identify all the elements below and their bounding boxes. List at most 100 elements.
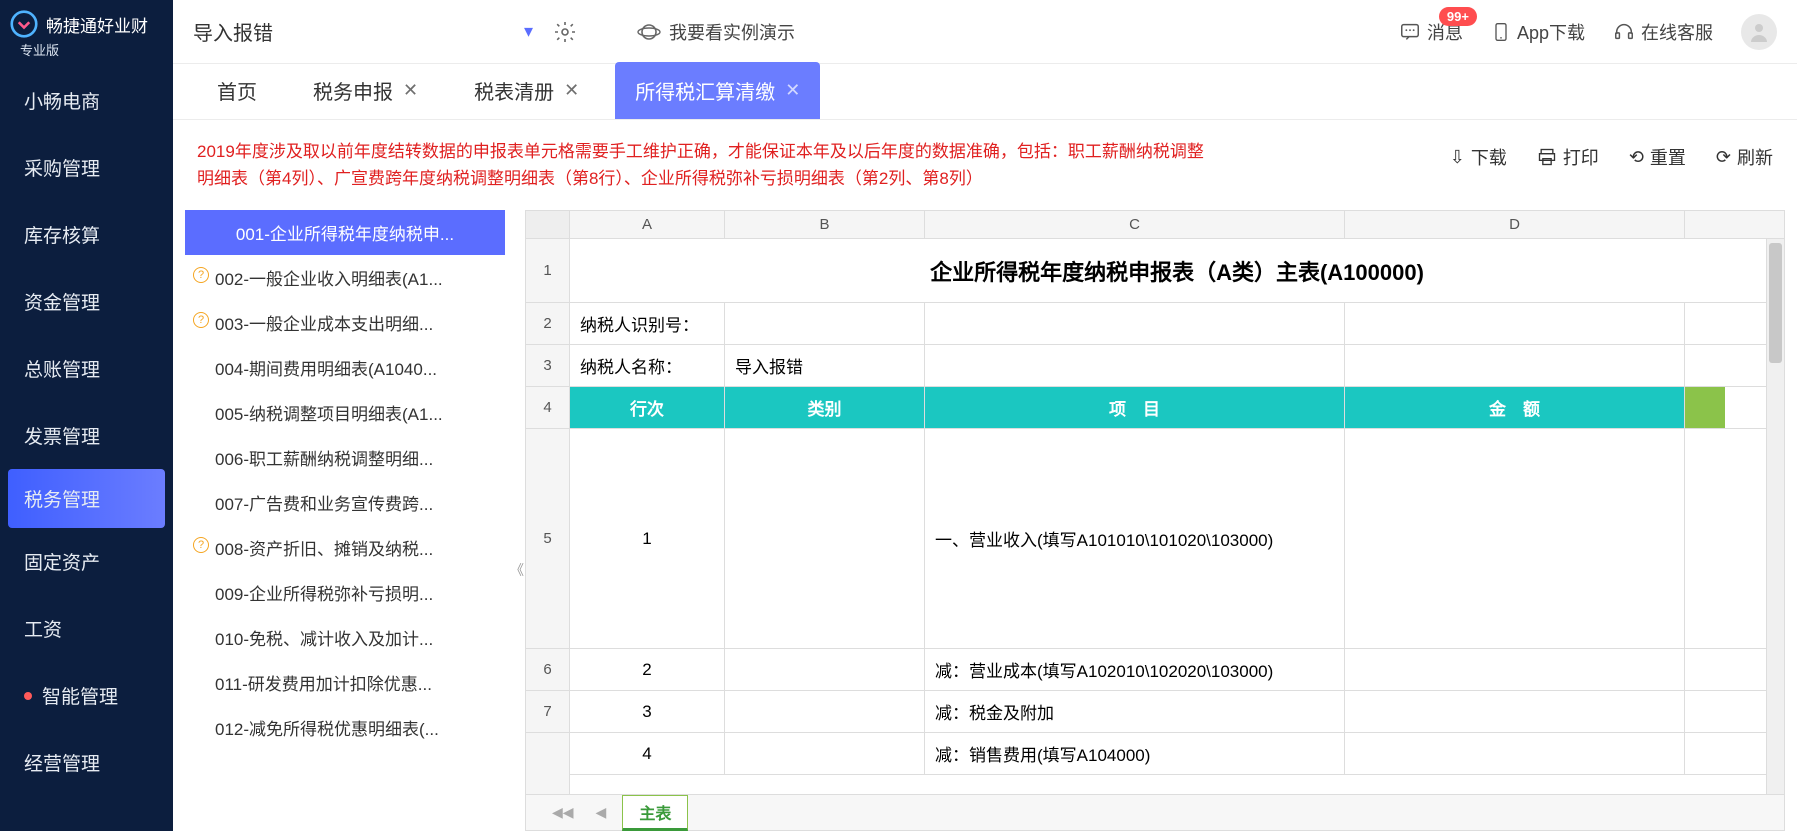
vertical-scrollbar[interactable] (1766, 239, 1784, 794)
warning-text: 2019年度涉及取以前年度结转数据的申报表单元格需要手工维护正确，才能保证本年及… (173, 120, 1233, 202)
chat-icon (1399, 21, 1421, 43)
cell[interactable] (1345, 345, 1685, 386)
taxid-label[interactable]: 纳税人识别号： (570, 303, 725, 344)
taxname-label[interactable]: 纳税人名称： (570, 345, 725, 386)
collapse-handle[interactable]: 《 (510, 560, 524, 580)
form-list-item[interactable]: 001-企业所得税年度纳税申... (185, 210, 505, 255)
form-list-item[interactable]: 010-免税、减计收入及加计... (185, 615, 505, 660)
sidebar-item[interactable]: 固定资产 (0, 528, 173, 595)
header-item: 项 目 (925, 387, 1345, 428)
cell[interactable] (725, 303, 925, 344)
reset-button[interactable]: ⟲重置 (1629, 144, 1686, 170)
sidebar-item[interactable]: 库存核算 (0, 201, 173, 268)
sidebar-item[interactable]: 采购管理 (0, 134, 173, 201)
print-button[interactable]: 打印 (1537, 144, 1599, 170)
form-list-label: 008-资产折旧、摊销及纳税... (215, 540, 433, 559)
sidebar-item[interactable]: 资金管理 (0, 268, 173, 335)
row-header[interactable]: 3 (526, 345, 569, 387)
cell-rownum[interactable]: 3 (570, 691, 725, 732)
refresh-button[interactable]: ⟳刷新 (1716, 144, 1773, 170)
sheet-tab[interactable]: 主表 (622, 795, 688, 831)
taxname-value[interactable]: 导入报错 (725, 345, 925, 386)
sidebar-item[interactable]: 工资 (0, 595, 173, 662)
row: 纳税人名称： 导入报错 (570, 345, 1784, 387)
cell-rownum[interactable]: 4 (570, 733, 725, 774)
messages-button[interactable]: 消息 99+ (1399, 19, 1463, 45)
col-header-c[interactable]: C (925, 211, 1345, 238)
chevron-down-icon[interactable]: ▾ (524, 21, 533, 42)
breadcrumb[interactable]: 导入报错 ▾ (193, 17, 533, 46)
tab-label: 首页 (217, 76, 257, 105)
form-list-item[interactable]: 004-期间费用明细表(A1040... (185, 345, 505, 390)
cell-amount[interactable] (1345, 649, 1685, 690)
form-list-item[interactable]: ?008-资产折旧、摊销及纳税... (185, 525, 505, 570)
sidebar-item[interactable]: 税务管理 (8, 469, 165, 528)
nav-list: 小畅电商采购管理库存核算资金管理总账管理发票管理税务管理固定资产工资智能管理经营… (0, 67, 173, 796)
close-icon[interactable]: ✕ (403, 80, 418, 101)
topbar: 导入报错 ▾ 我要看实例演示 消息 99+ App下载 在线客服 (173, 0, 1797, 64)
row-header[interactable]: 5 (526, 429, 569, 649)
action-bar: ⇩下载 打印 ⟲重置 ⟳刷新 (1450, 144, 1773, 170)
sidebar-item-label: 智能管理 (42, 682, 118, 709)
cell-item[interactable]: 一、营业收入(填写A101010\101020\103000) (925, 429, 1345, 648)
close-icon[interactable]: ✕ (785, 80, 800, 101)
sheet-nav-prev[interactable]: ◀ (590, 804, 613, 821)
cell-category[interactable] (725, 429, 925, 648)
form-list-item[interactable]: 009-企业所得税弥补亏损明... (185, 570, 505, 615)
avatar[interactable] (1741, 14, 1777, 50)
select-all-corner[interactable] (526, 211, 570, 238)
cell[interactable] (925, 345, 1345, 386)
form-list-item[interactable]: 012-减免所得税优惠明细表(... (185, 705, 505, 750)
tab[interactable]: 税表清册✕ (454, 62, 599, 119)
brand-icon (10, 10, 38, 38)
tab[interactable]: 所得税汇算清缴✕ (615, 62, 820, 119)
form-list-item[interactable]: ?003-一般企业成本支出明细... (185, 300, 505, 345)
col-header-b[interactable]: B (725, 211, 925, 238)
form-list-item[interactable]: 006-职工薪酬纳税调整明细... (185, 435, 505, 480)
sidebar-item[interactable]: 经营管理 (0, 729, 173, 796)
cell-amount[interactable] (1345, 691, 1685, 732)
cell[interactable] (1345, 303, 1685, 344)
cell-category[interactable] (725, 691, 925, 732)
cell[interactable] (925, 303, 1345, 344)
close-icon[interactable]: ✕ (564, 80, 579, 101)
sheet-nav-first[interactable]: ◀◀ (546, 804, 580, 821)
col-header-a[interactable]: A (570, 211, 725, 238)
sidebar-item[interactable]: 发票管理 (0, 402, 173, 469)
cell-category[interactable] (725, 649, 925, 690)
download-button[interactable]: ⇩下载 (1450, 144, 1507, 170)
sidebar-item[interactable]: 总账管理 (0, 335, 173, 402)
tab[interactable]: 税务申报✕ (293, 62, 438, 119)
row-header[interactable]: 6 (526, 649, 569, 691)
col-header-d[interactable]: D (1345, 211, 1685, 238)
form-list-item[interactable]: 011-研发费用加计扣除优惠... (185, 660, 505, 705)
row-header[interactable]: 1 (526, 239, 569, 303)
sheet-title[interactable]: 企业所得税年度纳税申报表（A类）主表(A100000) (570, 239, 1784, 303)
scrollbar-thumb[interactable] (1769, 243, 1782, 363)
sidebar-item[interactable]: 智能管理 (0, 662, 173, 729)
form-list-item[interactable]: 005-纳税调整项目明细表(A1... (185, 390, 505, 435)
cell-item[interactable]: 减：营业成本(填写A102010\102020\103000) (925, 649, 1345, 690)
cell-item[interactable]: 减：销售费用(填写A104000) (925, 733, 1345, 774)
row-header[interactable]: 2 (526, 303, 569, 345)
app-download-button[interactable]: App下载 (1491, 19, 1585, 45)
customer-service-button[interactable]: 在线客服 (1613, 19, 1713, 45)
form-list-item[interactable]: ?002-一般企业收入明细表(A1... (185, 255, 505, 300)
cell-item[interactable]: 减：税金及附加 (925, 691, 1345, 732)
demo-link[interactable]: 我要看实例演示 (637, 19, 795, 45)
cell-category[interactable] (725, 733, 925, 774)
row-header[interactable]: 7 (526, 691, 569, 733)
cell-rownum[interactable]: 2 (570, 649, 725, 690)
form-list-item[interactable]: 007-广告费和业务宣传费跨... (185, 480, 505, 525)
gear-icon[interactable] (553, 20, 577, 44)
tab[interactable]: 首页 (197, 62, 277, 119)
green-cell (1685, 387, 1725, 428)
cell-amount[interactable] (1345, 429, 1685, 648)
question-icon: ? (193, 267, 209, 283)
cell-amount[interactable] (1345, 733, 1685, 774)
row-header[interactable]: 4 (526, 387, 569, 429)
sidebar-item[interactable]: 小畅电商 (0, 67, 173, 134)
brand-logo: 畅捷通好业财 (0, 0, 173, 40)
cell-rownum[interactable]: 1 (570, 429, 725, 648)
cells: 企业所得税年度纳税申报表（A类）主表(A100000) 纳税人识别号： 纳税人名… (570, 239, 1784, 794)
